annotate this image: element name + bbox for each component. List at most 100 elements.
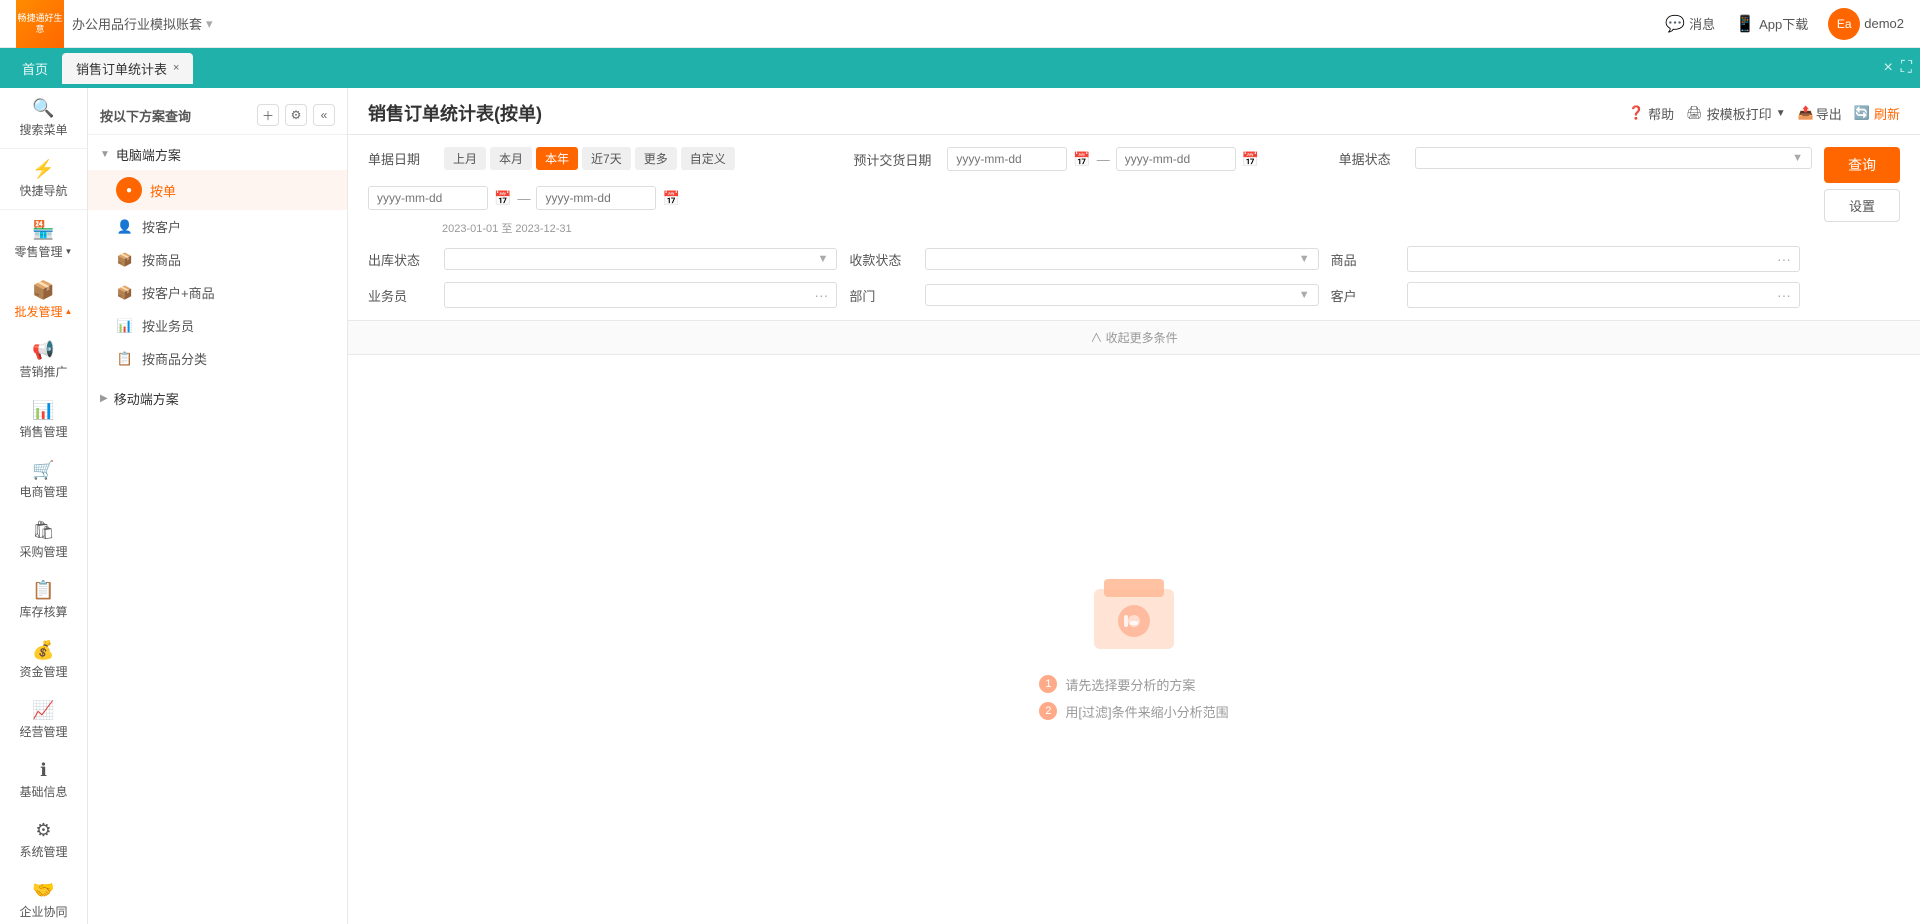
tree-section-mobile: ▶ 移动端方案 [88, 379, 347, 418]
tab-sales-stats[interactable]: 销售订单统计表 × [62, 53, 193, 84]
tree-item-by-customer-product[interactable]: 📦 按客户+商品 [88, 276, 347, 309]
empty-tips: 1 请先选择要分析的方案 2 用[过滤]条件来缩小分析范围 [1039, 675, 1228, 721]
settings-button[interactable]: 设置 [1824, 189, 1900, 222]
date-btn-last-month[interactable]: 上月 [444, 147, 486, 170]
expected-date-start-input[interactable] [947, 147, 1067, 171]
salesperson-field[interactable]: ··· [444, 282, 837, 308]
window-expand-icon[interactable]: ⛶ [1901, 59, 1912, 77]
sidebar-item-basic-info[interactable]: ℹ 基础信息 [0, 750, 87, 810]
empty-state: 1 请先选择要分析的方案 2 用[过滤]条件来缩小分析范围 [348, 355, 1920, 924]
expected-date-end-input[interactable] [1116, 147, 1236, 171]
customer-group: 客户 ··· [1331, 282, 1800, 308]
product-more-icon[interactable]: ··· [1777, 251, 1791, 267]
date-btn-current-month[interactable]: 本月 [490, 147, 532, 170]
sidebar-item-marketing[interactable]: 📢 营销推广 [0, 330, 87, 390]
calendar-start-icon[interactable]: 📅 [494, 190, 511, 207]
department-arrow-icon: ▼ [1299, 289, 1310, 301]
date-range-display: 2023-01-01 至 2023-12-31 [368, 220, 841, 236]
app-selector[interactable]: 办公用品行业模拟账套 ▾ [72, 14, 213, 33]
expected-calendar-start-icon[interactable]: 📅 [1073, 151, 1090, 168]
retail-icon: 🏪 [32, 220, 54, 241]
tree-mobile-arrow-icon: ▶ [100, 393, 108, 404]
date-btn-current-year[interactable]: 本年 [536, 147, 578, 170]
delivery-status-group: 出库状态 ▼ [368, 248, 837, 270]
tree-item-by-customer[interactable]: 👤 按客户 [88, 210, 347, 243]
message-btn[interactable]: 💬 消息 [1665, 14, 1715, 34]
panel-collapse-btn[interactable]: « [313, 104, 335, 126]
payment-status-arrow-icon: ▼ [1299, 253, 1310, 265]
app-download-icon: 📱 [1735, 14, 1755, 34]
payment-status-select[interactable]: ▼ [925, 248, 1318, 270]
tree-item-by-salesperson[interactable]: 📊 按业务员 [88, 309, 347, 342]
customer-more-icon[interactable]: ··· [1777, 287, 1791, 303]
add-scheme-btn[interactable]: ＋ [257, 104, 279, 126]
customer-field[interactable]: ··· [1407, 282, 1800, 308]
date-shortcuts: 上月 本月 本年 近7天 更多 自定义 [444, 147, 735, 170]
tip-1-num: 1 [1039, 675, 1057, 693]
query-button[interactable]: 查询 [1824, 147, 1900, 183]
sidebar-item-inventory[interactable]: 📋 库存核算 [0, 570, 87, 630]
date-btn-last-7-days[interactable]: 近7天 [582, 147, 631, 170]
sidebar-item-enterprise[interactable]: 🤝 企业协同 [0, 870, 87, 924]
payment-status-row: 收款状态 ▼ [849, 248, 1318, 270]
empty-tip-1: 1 请先选择要分析的方案 [1039, 675, 1228, 694]
delivery-status-select[interactable]: ▼ [444, 248, 837, 270]
salesperson-scheme-icon: 📊 [116, 317, 134, 335]
sidebar-item-finance[interactable]: 💰 资金管理 [0, 630, 87, 690]
date-btn-custom[interactable]: 自定义 [681, 147, 735, 170]
sidebar-item-search-menu[interactable]: 🔍 搜索菜单 [0, 88, 87, 149]
tab-home[interactable]: 首页 [8, 53, 62, 84]
finance-icon: 💰 [32, 640, 54, 661]
template-print-btn[interactable]: 🖨 按模板打印 ▼ [1686, 104, 1785, 123]
delivery-status-row: 出库状态 ▼ [368, 248, 837, 270]
topbar-right: 💬 消息 📱 App下载 Ea demo2 [1665, 8, 1904, 40]
print-dropdown-icon: ▼ [1776, 108, 1786, 119]
tree-item-by-product[interactable]: 📦 按商品 [88, 243, 347, 276]
app-download-btn[interactable]: 📱 App下载 [1735, 14, 1808, 34]
export-btn[interactable]: 📤 导出 [1798, 104, 1842, 123]
customer-scheme-icon: 👤 [116, 218, 134, 236]
product-row: 商品 ··· [1331, 246, 1800, 272]
avatar: Ea [1828, 8, 1860, 40]
collapse-bar[interactable]: ∧ 收起更多条件 [348, 321, 1920, 355]
calendar-end-icon[interactable]: 📅 [662, 190, 679, 207]
product-group: 商品 ··· [1331, 246, 1800, 272]
retail-arrow-icon: ▼ [65, 247, 73, 256]
refresh-btn[interactable]: 🔄 刷新 [1854, 104, 1900, 123]
user-profile[interactable]: Ea demo2 [1828, 8, 1904, 40]
sidebar-item-purchase[interactable]: 🛍 采购管理 [0, 510, 87, 570]
date-btn-more[interactable]: 更多 [635, 147, 677, 170]
department-group: 部门 ▼ [849, 284, 1318, 306]
tree-group-pc[interactable]: ▼ 电脑端方案 [88, 139, 347, 170]
sidebar-item-operations[interactable]: 📈 经营管理 [0, 690, 87, 750]
content-body: 按以下方案查询 ＋ ⚙ « ▼ [88, 88, 1920, 924]
sidebar-item-sales-mgmt[interactable]: 📊 销售管理 [0, 390, 87, 450]
sidebar-item-retail-mgmt[interactable]: 🏪 零售管理 ▼ [0, 210, 87, 270]
expected-date-range: 📅 — 📅 [947, 147, 1259, 171]
topbar: 畅捷通好生意 办公用品行业模拟账套 ▾ 💬 消息 📱 App下载 Ea demo… [0, 0, 1920, 48]
product-category-scheme-icon: 📋 [116, 350, 134, 368]
search-icon: 🔍 [32, 98, 54, 119]
sidebar-item-system-mgmt[interactable]: ⚙ 系统管理 [0, 810, 87, 870]
tab-close-icon[interactable]: × [173, 62, 179, 74]
product-field[interactable]: ··· [1407, 246, 1800, 272]
tree-group-mobile[interactable]: ▶ 移动端方案 [88, 383, 347, 414]
scheme-settings-btn[interactable]: ⚙ [285, 104, 307, 126]
tabbar: 首页 销售订单统计表 × × ⛶ [0, 48, 1920, 88]
help-btn[interactable]: ❓ 帮助 [1628, 104, 1674, 123]
sidebar-item-ecommerce[interactable]: 🛒 电商管理 [0, 450, 87, 510]
sidebar-item-wholesale-mgmt[interactable]: 📦 批发管理 ▲ [0, 270, 87, 330]
system-icon: ⚙ [35, 820, 51, 841]
date-start-input[interactable] [368, 186, 488, 210]
expected-calendar-end-icon[interactable]: 📅 [1242, 151, 1259, 168]
doc-status-select[interactable]: ▼ [1415, 147, 1812, 169]
sidebar-item-quick-nav[interactable]: ⚡ 快捷导航 [0, 149, 87, 210]
logo: 畅捷通好生意 [16, 0, 64, 48]
left-panel: 按以下方案查询 ＋ ⚙ « ▼ [88, 88, 348, 924]
tree-item-by-product-category[interactable]: 📋 按商品分类 [88, 342, 347, 375]
window-close-icon[interactable]: × [1883, 59, 1892, 77]
date-end-input[interactable] [536, 186, 656, 210]
department-select[interactable]: ▼ [925, 284, 1318, 306]
salesperson-more-icon[interactable]: ··· [814, 287, 828, 303]
tree-item-by-order[interactable]: ● 按单 [88, 170, 347, 210]
